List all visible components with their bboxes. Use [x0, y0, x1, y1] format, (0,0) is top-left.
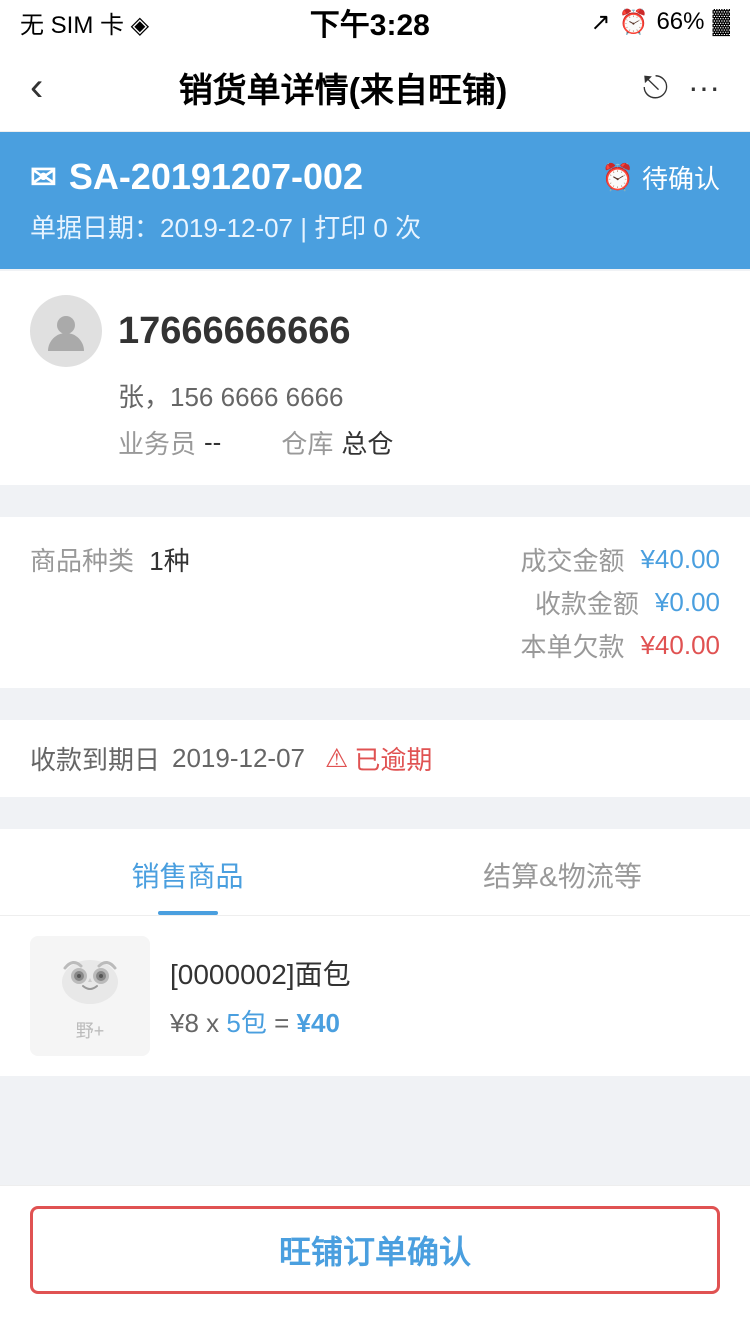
product-quantity: 5包 — [226, 1008, 274, 1038]
battery-icon: ▓ — [712, 8, 730, 36]
divider-3 — [0, 797, 750, 813]
product-name: [0000002]面包 — [170, 953, 720, 993]
status-bar-right: ↗ ⏰ 66% ▓ — [590, 8, 730, 37]
overdue-badge: ⚠ 已逾期 — [325, 740, 432, 777]
product-price: ¥8 — [170, 1008, 199, 1038]
order-header-top: ✉ SA-20191207-002 ⏰ 待确认 — [30, 156, 720, 198]
debt-amount-row: 本单欠款 ¥40.00 — [520, 627, 720, 664]
due-date-label: 收款到期日 — [30, 740, 160, 777]
page-title: 销货单详情(来自旺铺) — [179, 63, 508, 112]
product-thumbnail: 野+ — [30, 936, 150, 1056]
product-list: 野+ [0000002]面包 ¥8 x 5包 = ¥40 — [0, 916, 750, 1076]
content-area: ✉ SA-20191207-002 ⏰ 待确认 单据日期：2019-12-07 … — [0, 132, 750, 1256]
overdue-icon: ⚠ — [325, 743, 348, 774]
payment-amount-row: 收款金额 ¥0.00 — [535, 584, 720, 621]
order-icon: ✉ — [30, 158, 57, 196]
product-item: 野+ [0000002]面包 ¥8 x 5包 = ¥40 — [30, 936, 720, 1056]
customer-name: 张，156 6666 6666 — [30, 377, 720, 414]
tab-settlement[interactable]: 结算&物流等 — [375, 829, 750, 915]
debt-amount-label: 本单欠款 — [520, 627, 624, 664]
product-type-field: 商品种类 1种 — [30, 541, 190, 578]
status-bar-left: 无 SIM 卡 ◈ — [20, 5, 149, 40]
due-date-value: 2019-12-07 — [172, 743, 305, 774]
status-clock-icon: ⏰ — [602, 162, 634, 193]
avatar — [30, 295, 102, 367]
customer-card: 17666666666 张，156 6666 6666 业务员 -- 仓库 总仓 — [0, 271, 750, 485]
warehouse-value: 总仓 — [341, 424, 393, 461]
deal-amount-label: 成交金额 — [520, 541, 624, 578]
more-icon[interactable]: ··· — [688, 69, 720, 106]
overdue-text: 已逾期 — [354, 740, 432, 777]
customer-header: 17666666666 — [30, 295, 720, 367]
summary-row: 商品种类 1种 成交金额 ¥40.00 收款金额 ¥0.00 本单欠款 ¥40.… — [30, 541, 720, 664]
due-date-card: 收款到期日 2019-12-07 ⚠ 已逾期 — [0, 720, 750, 797]
customer-meta: 业务员 -- 仓库 总仓 — [30, 424, 720, 461]
product-info: [0000002]面包 ¥8 x 5包 = ¥40 — [170, 953, 720, 1040]
payment-amount-value: ¥0.00 — [655, 587, 720, 618]
product-calc: ¥8 x 5包 = ¥40 — [170, 1003, 720, 1040]
nav-right: ⎋ ··· — [643, 69, 720, 107]
deal-amount-row: 成交金额 ¥40.00 — [520, 541, 720, 578]
order-header-card: ✉ SA-20191207-002 ⏰ 待确认 单据日期：2019-12-07 … — [0, 132, 750, 269]
bottom-area: 旺铺订单确认 — [0, 1185, 750, 1334]
order-id-text: SA-20191207-002 — [69, 156, 363, 198]
salesperson-value: -- — [204, 427, 221, 458]
amount-fields: 成交金额 ¥40.00 收款金额 ¥0.00 本单欠款 ¥40.00 — [520, 541, 720, 664]
warehouse-field: 仓库 总仓 — [281, 424, 393, 461]
divider-1 — [0, 485, 750, 501]
thumb-text: 野+ — [55, 1017, 125, 1043]
tab-settlement-label: 结算&物流等 — [483, 861, 642, 892]
salesperson-field: 业务员 -- — [118, 424, 221, 461]
warehouse-label: 仓库 — [281, 424, 333, 461]
product-type-value: 1种 — [149, 546, 189, 576]
tab-sales-label: 销售商品 — [131, 861, 243, 892]
product-thumb-logo: 野+ — [55, 950, 125, 1043]
alarm-icon: ⏰ — [619, 8, 649, 37]
nav-left: ‹ — [30, 65, 43, 110]
divider-2 — [0, 688, 750, 704]
product-type-label: 商品种类 — [30, 546, 134, 576]
calc-equals: = — [274, 1008, 296, 1038]
deal-amount-value: ¥40.00 — [640, 544, 720, 575]
product-total: ¥40 — [297, 1008, 340, 1038]
debt-amount-value: ¥40.00 — [640, 630, 720, 661]
tabs-container: 销售商品 结算&物流等 — [0, 829, 750, 916]
sim-label: 无 SIM 卡 ◈ — [20, 5, 149, 40]
order-status: ⏰ 待确认 — [602, 159, 720, 196]
calc-multiply: x — [206, 1008, 226, 1038]
back-button[interactable]: ‹ — [30, 65, 43, 110]
location-icon: ↗ — [590, 8, 610, 37]
payment-amount-label: 收款金额 — [535, 584, 639, 621]
order-id: ✉ SA-20191207-002 — [30, 156, 363, 198]
unit-value: 包 — [241, 1008, 267, 1038]
summary-card: 商品种类 1种 成交金额 ¥40.00 收款金额 ¥0.00 本单欠款 ¥40.… — [0, 517, 750, 688]
confirm-order-button[interactable]: 旺铺订单确认 — [30, 1206, 720, 1294]
battery-label: 66% — [656, 8, 704, 36]
share-icon[interactable]: ⎋ — [643, 69, 668, 107]
order-date: 单据日期：2019-12-07 | 打印 0 次 — [30, 208, 720, 245]
status-bar-time: 下午3:28 — [310, 0, 430, 44]
nav-bar: ‹ 销货单详情(来自旺铺) ⎋ ··· — [0, 44, 750, 132]
quantity-value: 5 — [226, 1008, 240, 1038]
status-text: 待确认 — [642, 159, 720, 196]
salesperson-label: 业务员 — [118, 424, 196, 461]
status-bar: 无 SIM 卡 ◈ 下午3:28 ↗ ⏰ 66% ▓ — [0, 0, 750, 44]
tab-sales[interactable]: 销售商品 — [0, 829, 375, 915]
customer-phone: 17666666666 — [118, 310, 350, 353]
